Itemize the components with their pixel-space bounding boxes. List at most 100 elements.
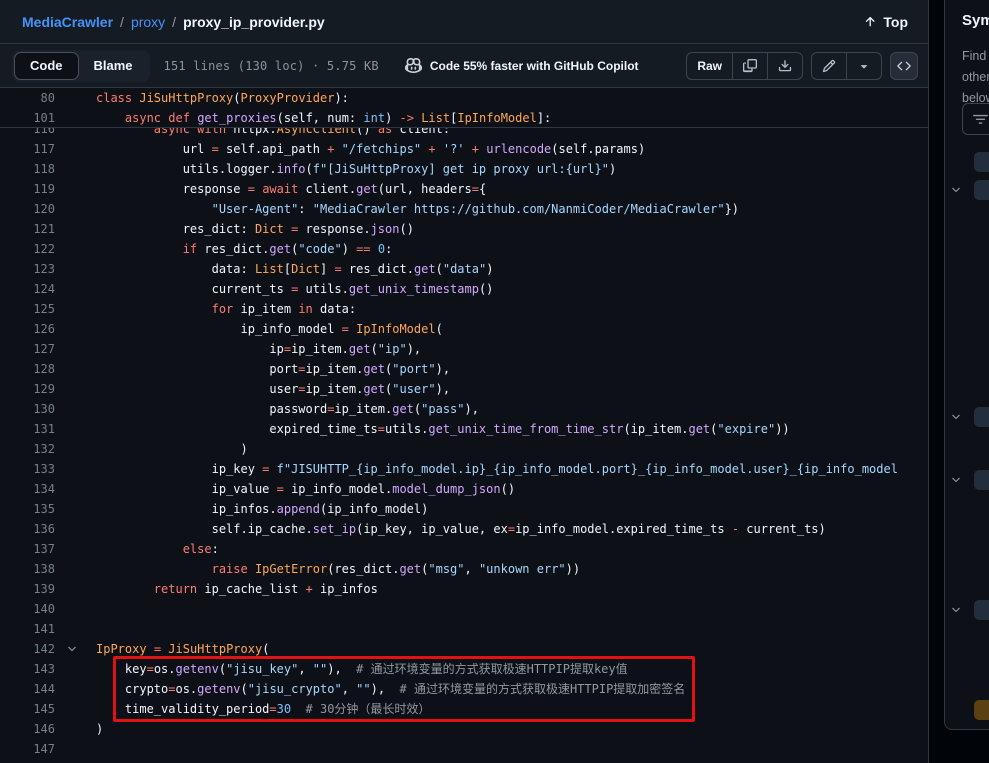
raw-button[interactable]: Raw: [687, 53, 733, 79]
line-number[interactable]: 136: [0, 519, 55, 539]
symbol-chip: [974, 600, 989, 620]
code-line-135: 135 ip_infos.append(ip_info_model): [0, 499, 928, 519]
line-number[interactable]: 126: [0, 319, 55, 339]
line-number[interactable]: 127: [0, 339, 55, 359]
code-text: ): [55, 719, 103, 739]
line-number[interactable]: 143: [0, 659, 55, 679]
code-brackets-icon: [897, 59, 911, 73]
code-text: raise IpGetError(res_dict.get("msg", "un…: [55, 559, 580, 579]
code-text: ): [55, 439, 248, 459]
code-text: url = self.api_path + "/fetchips" + '?' …: [55, 139, 645, 159]
line-number[interactable]: 130: [0, 399, 55, 419]
copy-raw-button[interactable]: [733, 53, 768, 79]
code-line-80: 80class JiSuHttpProxy(ProxyProvider):: [0, 88, 928, 108]
code-line-146: 146): [0, 719, 928, 739]
code-text: crypto=os.getenv("jisu_crypto", ""), # 通…: [55, 679, 685, 699]
code-line-139: 139 return ip_cache_list + ip_infos: [0, 579, 928, 599]
line-number[interactable]: 145: [0, 699, 55, 719]
code-line-145: 145 time_validity_period=30 # 30分钟（最长时效）: [0, 699, 928, 719]
caret-down-icon: [857, 59, 871, 73]
line-number[interactable]: 137: [0, 539, 55, 559]
line-number[interactable]: 140: [0, 599, 55, 619]
code-text: ip_infos.append(ip_info_model): [55, 499, 428, 519]
code-text: IpProxy = JiSuHttpProxy(: [55, 639, 269, 659]
symbols-panel-toggle-button[interactable]: [890, 52, 918, 80]
symbol-list-item[interactable]: [945, 700, 989, 720]
fold-chevron-down-icon[interactable]: [66, 643, 78, 655]
chevron-down-icon: [950, 474, 962, 486]
line-number[interactable]: 124: [0, 279, 55, 299]
chevron-down-icon: [950, 411, 962, 423]
line-number[interactable]: 128: [0, 359, 55, 379]
code-view: 116 async with httpx.AsyncClient() as cl…: [0, 88, 928, 762]
symbol-list-item[interactable]: [945, 180, 989, 200]
symbols-filter-input[interactable]: [962, 103, 989, 135]
code-line-134: 134 ip_value = ip_info_model.model_dump_…: [0, 479, 928, 499]
breadcrumb-separator: /: [172, 14, 176, 30]
code-text: if res_dict.get("code") == 0:: [55, 239, 392, 259]
line-number[interactable]: 123: [0, 259, 55, 279]
edit-file-button[interactable]: [812, 53, 847, 79]
line-number[interactable]: 101: [0, 108, 55, 128]
code-text: ip_value = ip_info_model.model_dump_json…: [55, 479, 515, 499]
line-number[interactable]: 121: [0, 219, 55, 239]
description-line: other: [962, 67, 989, 88]
symbol-chip: [974, 700, 989, 720]
code-text: ip_info_model = IpInfoModel(: [55, 319, 443, 339]
line-number[interactable]: 120: [0, 199, 55, 219]
line-number[interactable]: 129: [0, 379, 55, 399]
code-line-142: 142IpProxy = JiSuHttpProxy(: [0, 639, 928, 659]
line-number[interactable]: 122: [0, 239, 55, 259]
line-number[interactable]: 142: [0, 639, 55, 659]
code-line-140: 140: [0, 599, 928, 619]
code-text: data: List[Dict] = res_dict.get("data"): [55, 259, 493, 279]
line-number[interactable]: 147: [0, 739, 55, 759]
line-number[interactable]: 146: [0, 719, 55, 739]
line-number[interactable]: 131: [0, 419, 55, 439]
line-number[interactable]: 125: [0, 299, 55, 319]
code-line-118: 118 utils.logger.info(f"[JiSuHttpProxy] …: [0, 159, 928, 179]
edit-options-dropdown[interactable]: [847, 53, 881, 79]
code-text: self.ip_cache.set_ip(ip_key, ip_value, e…: [55, 519, 826, 539]
tab-blame[interactable]: Blame: [79, 52, 148, 80]
line-number[interactable]: 139: [0, 579, 55, 599]
copy-icon: [743, 59, 757, 73]
code-line-123: 123 data: List[Dict] = res_dict.get("dat…: [0, 259, 928, 279]
code-line-101: 101 async def get_proxies(self, num: int…: [0, 108, 928, 128]
line-number[interactable]: 132: [0, 439, 55, 459]
symbol-list-item[interactable]: [945, 407, 989, 427]
symbol-list-item[interactable]: [945, 470, 989, 490]
line-number[interactable]: 135: [0, 499, 55, 519]
code-line-119: 119 response = await client.get(url, hea…: [0, 179, 928, 199]
raw-copy-download-group: Raw: [686, 52, 803, 80]
line-number[interactable]: 117: [0, 139, 55, 159]
code-text: [55, 599, 96, 619]
code-line-141: 141: [0, 619, 928, 639]
code-line-136: 136 self.ip_cache.set_ip(ip_key, ip_valu…: [0, 519, 928, 539]
code-line-117: 117 url = self.api_path + "/fetchips" + …: [0, 139, 928, 159]
code-line-128: 128 port=ip_item.get("port"),: [0, 359, 928, 379]
line-number[interactable]: 144: [0, 679, 55, 699]
scroll-to-top-button[interactable]: Top: [855, 10, 916, 34]
code-text: user=ip_item.get("user"),: [55, 379, 450, 399]
breadcrumb-folder-link[interactable]: proxy: [131, 14, 165, 30]
symbol-list-item[interactable]: [945, 600, 989, 620]
line-number[interactable]: 80: [0, 88, 55, 108]
tab-code[interactable]: Code: [14, 52, 79, 80]
pencil-icon: [822, 59, 836, 73]
code-text: for ip_item in data:: [55, 299, 356, 319]
line-number[interactable]: 134: [0, 479, 55, 499]
breadcrumb-repo-link[interactable]: MediaCrawler: [22, 14, 113, 30]
line-number[interactable]: 138: [0, 559, 55, 579]
code-line-127: 127 ip=ip_item.get("ip"),: [0, 339, 928, 359]
line-number[interactable]: 119: [0, 179, 55, 199]
download-raw-button[interactable]: [768, 53, 802, 79]
symbol-list-item[interactable]: [945, 152, 989, 172]
code-line-120: 120 "User-Agent": "MediaCrawler https://…: [0, 199, 928, 219]
line-number[interactable]: 141: [0, 619, 55, 639]
code-line-137: 137 else:: [0, 539, 928, 559]
line-number[interactable]: 118: [0, 159, 55, 179]
code-text: [55, 739, 96, 759]
copilot-banner[interactable]: Code 55% faster with GitHub Copilot: [405, 57, 639, 74]
line-number[interactable]: 133: [0, 459, 55, 479]
